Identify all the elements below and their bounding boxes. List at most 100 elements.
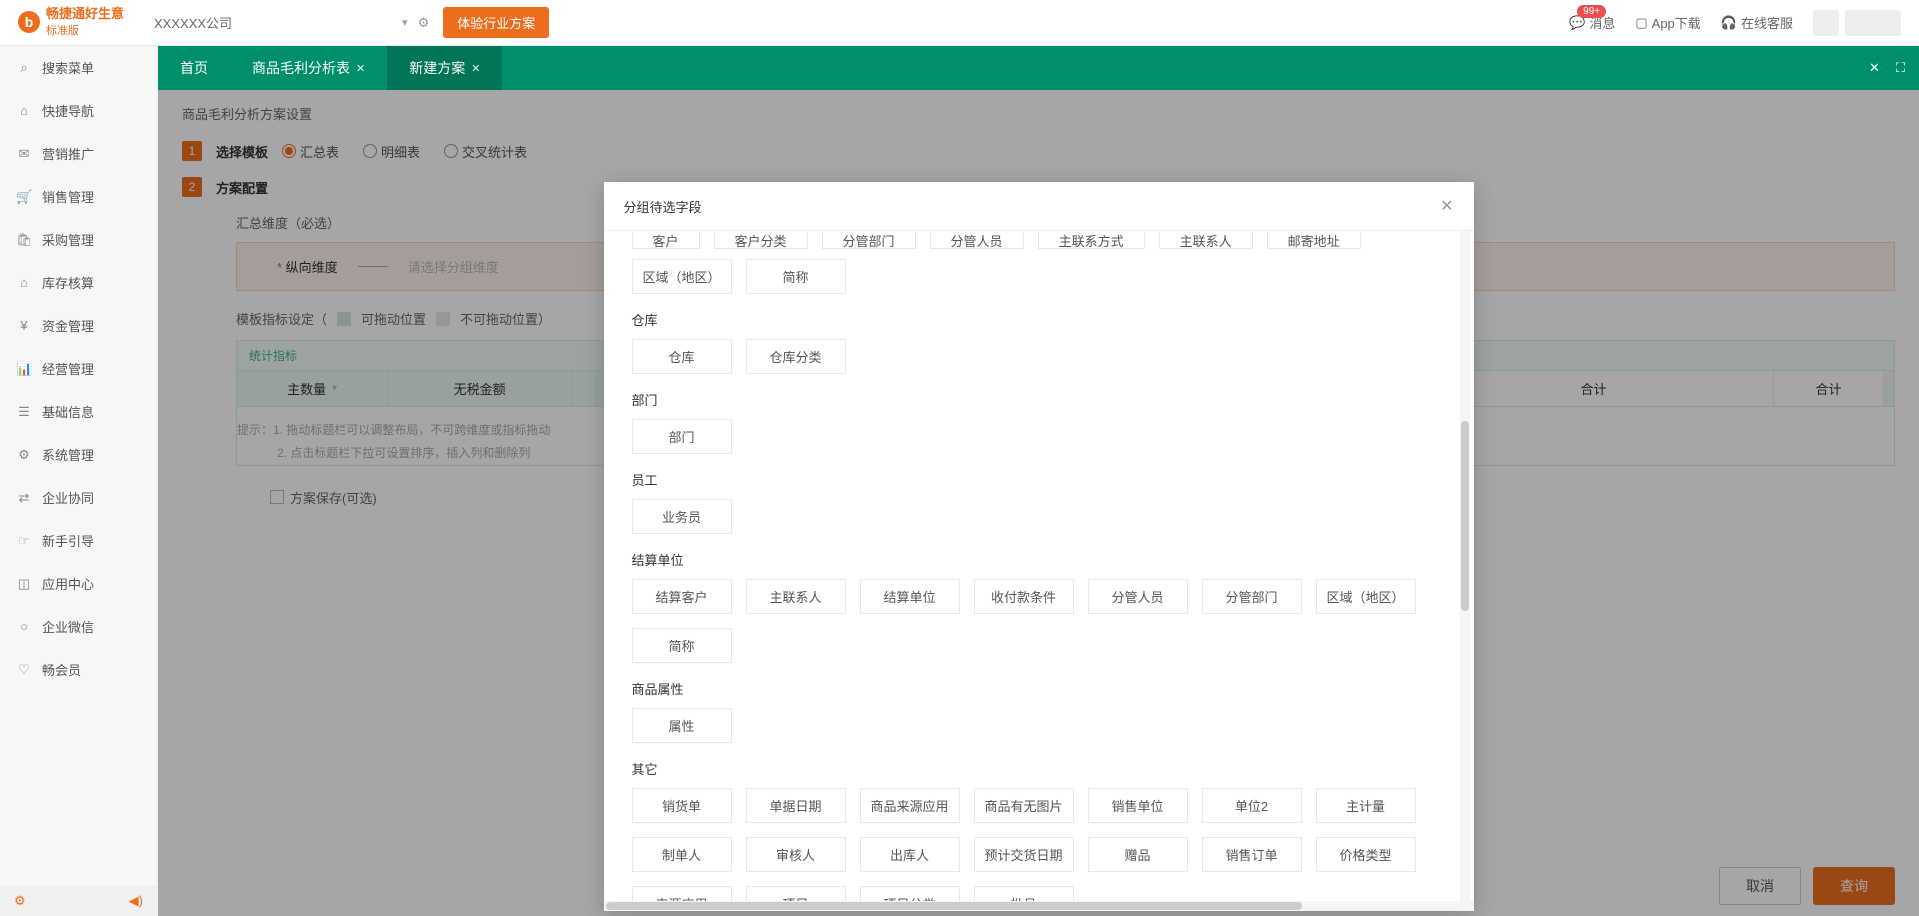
field-tag[interactable]: 审核人 [746, 837, 846, 872]
group-title: 其它 [632, 759, 1454, 778]
field-tag[interactable]: 单据日期 [746, 788, 846, 823]
field-tag[interactable]: 主联系人 [746, 579, 846, 614]
sidebar-item[interactable]: ⌂库存核算 [0, 261, 157, 304]
settings-icon[interactable]: ⚙ [14, 893, 26, 909]
scroll-thumb[interactable] [1461, 421, 1469, 611]
field-tag[interactable]: 简称 [746, 259, 846, 294]
sidebar-item[interactable]: ☰基础信息 [0, 390, 157, 433]
field-tag[interactable]: 分管部门 [822, 231, 916, 249]
app-download-button[interactable]: ▢ App下载 [1635, 13, 1700, 32]
tag-row: 销货单单据日期商品来源应用商品有无图片销售单位单位2 主计量制单人审核人出库人预计… [632, 788, 1454, 911]
field-tag[interactable]: 区域（地区） [1316, 579, 1416, 614]
tab-right-controls: ✕ ⛶ [1869, 46, 1919, 90]
main-content: 商品毛利分析方案设置 1 选择模板 汇总表明细表交叉统计表 2 方案配置 汇总维… [158, 90, 1919, 916]
field-tag[interactable]: 单位2 [1202, 788, 1302, 823]
online-service-button[interactable]: 🎧 在线客服 [1721, 13, 1793, 32]
field-tag[interactable]: 结算单位 [860, 579, 960, 614]
company-select[interactable]: XXXXXX公司 ▾ ⚙ [154, 13, 429, 32]
headset-icon: 🎧 [1721, 15, 1737, 31]
horizontal-scrollbar[interactable] [604, 901, 1474, 911]
field-tag[interactable]: 仓库分类 [746, 339, 846, 374]
try-industry-button[interactable]: 体验行业方案 [443, 7, 549, 38]
tag-row: 结算客户主联系人结算单位收付款条件分管人员分管部门区域（地区） 简称 [632, 579, 1454, 663]
field-tag[interactable]: 销货单 [632, 788, 732, 823]
field-tag[interactable]: 仓库 [632, 339, 732, 374]
phone-icon: ▢ [1635, 15, 1647, 31]
sidebar-item[interactable]: 📊经营管理 [0, 347, 157, 390]
logo-text: 畅捷通好生意 [46, 7, 124, 21]
sidebar-item[interactable]: ⌂快捷导航 [0, 89, 157, 132]
scroll-thumb[interactable] [606, 902, 1302, 910]
avatar[interactable] [1845, 10, 1901, 36]
sidebar-item[interactable]: ◫应用中心 [0, 562, 157, 605]
field-tag[interactable]: 收付款条件 [974, 579, 1074, 614]
fullscreen-icon[interactable]: ⛶ [1896, 60, 1905, 76]
gear-icon[interactable]: ⚙ [418, 15, 430, 31]
tag-row: 业务员 [632, 499, 1454, 534]
sidebar-label: 销售管理 [42, 187, 94, 206]
close-icon[interactable]: ✕ [1440, 196, 1453, 216]
sidebar-label: 畅会员 [42, 660, 81, 679]
sidebar-item[interactable]: 🛍采购管理 [0, 218, 157, 261]
field-tag[interactable]: 客户 [632, 231, 700, 249]
field-tag[interactable]: 区域（地区） [632, 259, 732, 294]
field-tag[interactable]: 结算客户 [632, 579, 732, 614]
field-tag[interactable]: 业务员 [632, 499, 732, 534]
sidebar-item[interactable]: 🛒销售管理 [0, 175, 157, 218]
sidebar-icon: ⚙ [16, 447, 32, 463]
tag-row: 区域（地区） 简称 [632, 259, 1454, 294]
field-tag[interactable]: 部门 [632, 419, 732, 454]
tab-close-icon[interactable]: ✕ [356, 62, 365, 75]
field-tag[interactable]: 赠品 [1088, 837, 1188, 872]
sidebar-label: 新手引导 [42, 531, 94, 550]
sidebar-item[interactable]: ¥资金管理 [0, 304, 157, 347]
sidebar-label: 资金管理 [42, 316, 94, 335]
collapse-icon[interactable]: ◀) [129, 893, 143, 909]
sidebar-item[interactable]: ✉营销推广 [0, 132, 157, 175]
tab-close-all-icon[interactable]: ✕ [1869, 60, 1880, 76]
field-tag[interactable]: 制单人 [632, 837, 732, 872]
messages-button[interactable]: 💬 消息 99+ [1569, 13, 1615, 32]
sidebar-label: 快捷导航 [42, 101, 94, 120]
field-tag[interactable]: 客户分类 [714, 231, 808, 249]
field-tag[interactable]: 分管部门 [1202, 579, 1302, 614]
user-icon[interactable] [1813, 10, 1839, 36]
tab-label: 首页 [180, 58, 208, 78]
sidebar-item[interactable]: ⌕搜索菜单 [0, 46, 157, 89]
field-tag[interactable]: 商品有无图片 [974, 788, 1074, 823]
sidebar-item[interactable]: ⚙系统管理 [0, 433, 157, 476]
field-tag[interactable]: 主联系人 [1159, 231, 1253, 249]
field-tag[interactable]: 商品来源应用 [860, 788, 960, 823]
field-tag[interactable]: 预计交货日期 [974, 837, 1074, 872]
sidebar-item[interactable]: ⇄企业协同 [0, 476, 157, 519]
field-tag[interactable]: 属性 [632, 708, 732, 743]
header-right: 💬 消息 99+ ▢ App下载 🎧 在线客服 [1569, 10, 1901, 36]
tab[interactable]: 新建方案✕ [387, 46, 502, 90]
field-tag[interactable]: 邮寄地址 [1267, 231, 1361, 249]
tab-close-icon[interactable]: ✕ [471, 62, 480, 75]
group-title: 员工 [632, 470, 1454, 489]
field-tag[interactable]: 销售单位 [1088, 788, 1188, 823]
field-tag[interactable]: 分管人员 [930, 231, 1024, 249]
vertical-scrollbar[interactable] [1460, 231, 1470, 911]
field-tag[interactable]: 价格类型 [1316, 837, 1416, 872]
sidebar-icon: ◫ [16, 576, 32, 592]
field-tag[interactable]: 分管人员 [1088, 579, 1188, 614]
sidebar-bottom: ⚙ ◀) [0, 886, 157, 916]
sidebar-item[interactable]: ☞新手引导 [0, 519, 157, 562]
tab[interactable]: 首页 [158, 46, 230, 90]
field-select-modal: 分组待选字段 ✕ 客户客户分类分管部门分管人员主联系方式主联系人邮寄地址区域（地… [604, 182, 1474, 911]
tag-row: 属性 [632, 708, 1454, 743]
field-tag[interactable]: 主计量 [1316, 788, 1416, 823]
field-tag[interactable]: 销售订单 [1202, 837, 1302, 872]
sidebar-icon: ⌕ [16, 60, 32, 76]
field-tag[interactable]: 主联系方式 [1038, 231, 1145, 249]
field-tag[interactable]: 出库人 [860, 837, 960, 872]
tab[interactable]: 商品毛利分析表✕ [230, 46, 387, 90]
sidebar-item[interactable]: ♡畅会员 [0, 648, 157, 691]
sidebar-item[interactable]: ○企业微信 [0, 605, 157, 648]
sidebar-label: 企业协同 [42, 488, 94, 507]
sidebar-icon: ○ [16, 619, 32, 634]
sidebar-label: 营销推广 [42, 144, 94, 163]
field-tag[interactable]: 简称 [632, 628, 732, 663]
